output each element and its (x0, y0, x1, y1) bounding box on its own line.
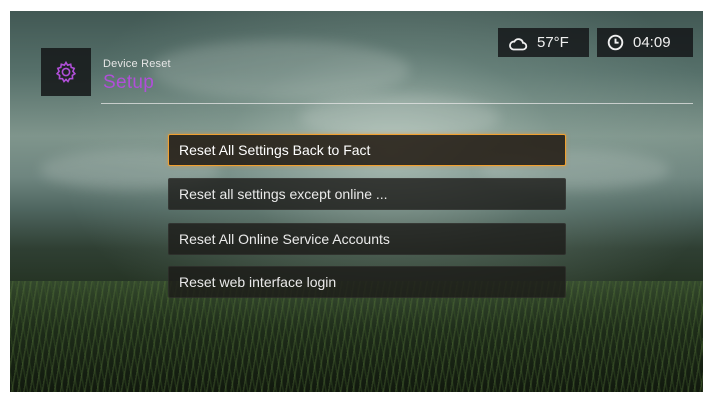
menu-item-reset-web-login[interactable]: Reset web interface login (168, 266, 566, 298)
background-cloud (150, 40, 410, 100)
menu-item-label: Reset all settings except online ... (179, 186, 388, 202)
breadcrumb: Device Reset (103, 58, 171, 70)
clock-widget: 04:09 (597, 28, 693, 57)
frame-border (703, 0, 713, 401)
frame-border (0, 0, 713, 11)
menu-item-reset-except-online[interactable]: Reset all settings except online ... (168, 178, 566, 210)
temperature-value: 57°F (537, 34, 569, 51)
settings-app-icon (41, 48, 91, 96)
menu-item-label: Reset All Online Service Accounts (179, 231, 390, 247)
background-grass (0, 281, 713, 401)
page-title: Setup (103, 72, 155, 93)
menu-item-label: Reset All Settings Back to Fact (179, 142, 371, 158)
gear-icon (55, 60, 77, 83)
menu-item-reset-online-accounts[interactable]: Reset All Online Service Accounts (168, 223, 566, 255)
menu-item-reset-all-settings[interactable]: Reset All Settings Back to Fact (168, 134, 566, 166)
frame-border (0, 0, 10, 401)
cloud-icon (509, 37, 528, 50)
weather-widget: 57°F (498, 28, 589, 57)
clock-icon (607, 34, 624, 51)
menu-item-label: Reset web interface login (179, 274, 337, 290)
time-value: 04:09 (633, 34, 671, 51)
frame-border (0, 392, 713, 401)
header-divider (101, 103, 693, 104)
screen: Device Reset Setup 57°F 04:09 Reset All … (0, 0, 713, 401)
